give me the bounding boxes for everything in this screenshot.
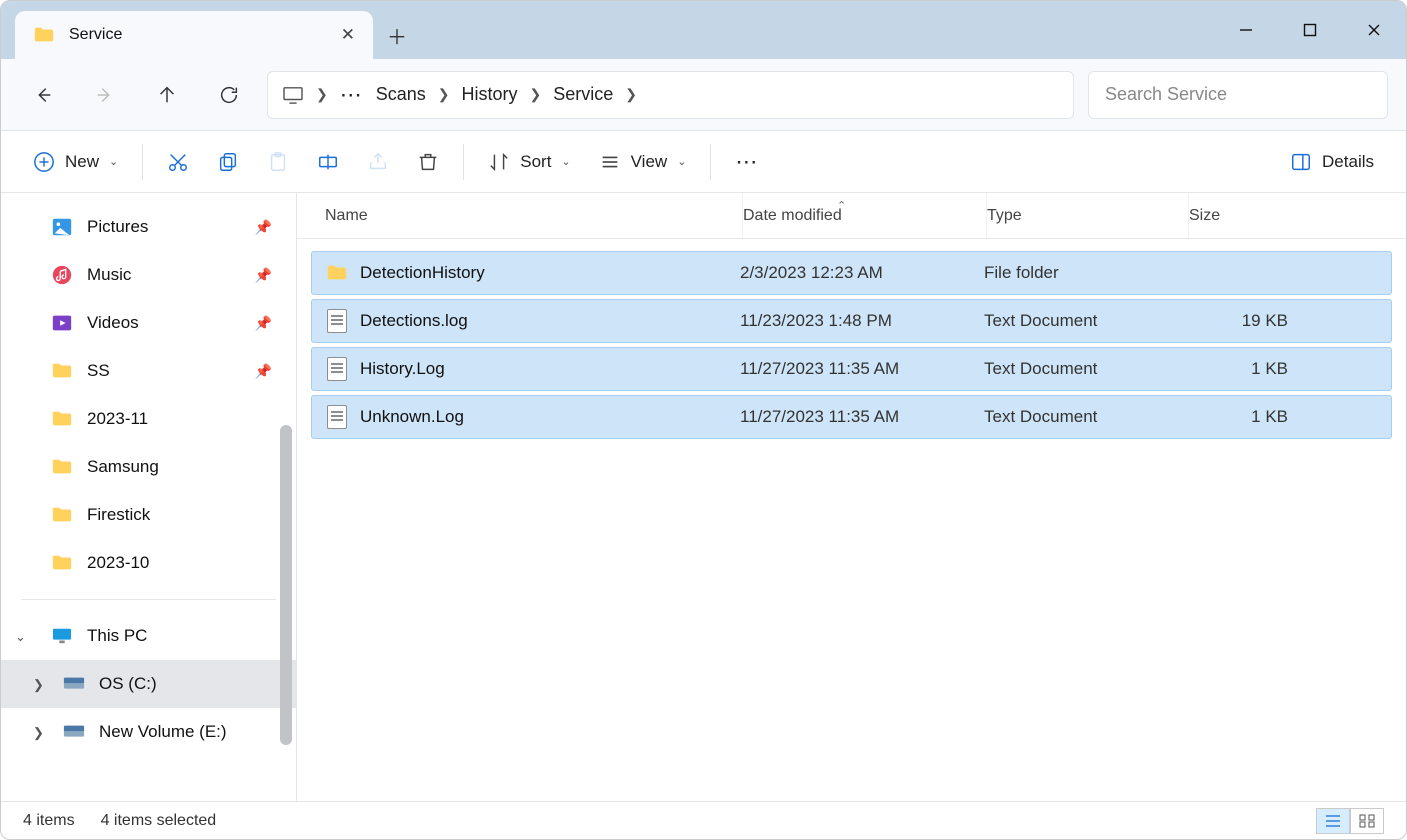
thumbnails-view-button[interactable]	[1350, 808, 1384, 834]
new-tab-button[interactable]: ＋	[373, 11, 421, 59]
search-input[interactable]: Search Service	[1088, 71, 1388, 119]
file-list: ⌃ Name Date modified Type Size Detection…	[297, 193, 1406, 801]
sidebar-item[interactable]: Firestick	[1, 491, 296, 539]
titlebar: Service ✕ ＋	[1, 1, 1406, 59]
chevron-down-icon: ⌄	[561, 155, 570, 168]
column-headers: Name Date modified Type Size	[297, 193, 1406, 239]
tab-title: Service	[69, 26, 122, 44]
breadcrumb-service[interactable]: Service	[553, 84, 613, 105]
scrollbar[interactable]	[280, 425, 292, 745]
share-button[interactable]	[355, 140, 401, 184]
chevron-right-icon[interactable]: ❯	[33, 677, 44, 693]
chevron-right-icon[interactable]: ❯	[33, 725, 44, 741]
chevron-right-icon[interactable]: ❯	[530, 86, 542, 103]
chevron-right-icon[interactable]: ❯	[438, 86, 450, 103]
cut-button[interactable]	[155, 140, 201, 184]
sidebar-drive[interactable]: ❯OS (C:)	[1, 660, 296, 708]
minimize-button[interactable]	[1214, 1, 1278, 59]
pin-icon: 📌	[255, 267, 272, 284]
paste-icon	[267, 151, 289, 173]
document-icon	[327, 309, 347, 333]
sidebar-item[interactable]: Pictures📌	[1, 203, 296, 251]
sort-icon	[488, 151, 510, 173]
monitor-icon	[282, 86, 304, 104]
copy-button[interactable]	[205, 140, 251, 184]
share-icon	[367, 151, 389, 173]
column-name[interactable]: Name	[325, 193, 743, 238]
sidebar-item[interactable]: 2023-10	[1, 539, 296, 587]
details-view-button[interactable]	[1316, 808, 1350, 834]
pin-icon: 📌	[255, 363, 272, 380]
status-bar: 4 items 4 items selected	[1, 801, 1406, 839]
column-date[interactable]: Date modified	[743, 193, 987, 238]
folder-icon	[33, 24, 55, 46]
breadcrumb-scans[interactable]: Scans	[376, 84, 426, 105]
breadcrumb-overflow[interactable]: ⋯	[340, 82, 364, 108]
back-button[interactable]	[19, 71, 67, 119]
breadcrumb-history[interactable]: History	[462, 84, 518, 105]
delete-button[interactable]	[405, 140, 451, 184]
forward-button[interactable]	[81, 71, 129, 119]
more-icon: ⋯	[735, 149, 760, 175]
sidebar-item[interactable]: 2023-11	[1, 395, 296, 443]
new-button[interactable]: New ⌄	[21, 140, 130, 184]
sidebar: Pictures📌Music📌Videos📌SS📌2023-11SamsungF…	[1, 193, 297, 801]
paste-button[interactable]	[255, 140, 301, 184]
chevron-down-icon: ⌄	[109, 155, 118, 168]
column-type[interactable]: Type	[987, 193, 1189, 238]
trash-icon	[417, 151, 439, 173]
sort-indicator-icon: ⌃	[837, 199, 846, 212]
chevron-down-icon: ⌄	[677, 155, 686, 168]
scissors-icon	[167, 151, 189, 173]
rename-icon	[317, 151, 339, 173]
new-icon	[33, 151, 55, 173]
chevron-down-icon[interactable]: ⌄	[15, 629, 26, 645]
sidebar-item[interactable]: Music📌	[1, 251, 296, 299]
copy-icon	[217, 151, 239, 173]
view-button[interactable]: View ⌄	[587, 140, 699, 184]
sort-button[interactable]: Sort ⌄	[476, 140, 582, 184]
pin-icon: 📌	[255, 315, 272, 332]
file-row[interactable]: DetectionHistory2/3/2023 12:23 AMFile fo…	[311, 251, 1392, 295]
refresh-button[interactable]	[205, 71, 253, 119]
breadcrumb[interactable]: ❯ ⋯ Scans ❯ History ❯ Service ❯	[267, 71, 1074, 119]
more-button[interactable]: ⋯	[723, 140, 772, 184]
navbar: ❯ ⋯ Scans ❯ History ❯ Service ❯ Search S…	[1, 59, 1406, 131]
file-row[interactable]: Detections.log11/23/2023 1:48 PMText Doc…	[311, 299, 1392, 343]
view-icon	[599, 151, 621, 173]
file-row[interactable]: Unknown.Log11/27/2023 11:35 AMText Docum…	[311, 395, 1392, 439]
status-selected: 4 items selected	[101, 812, 217, 830]
chevron-right-icon[interactable]: ❯	[316, 86, 328, 103]
sidebar-this-pc[interactable]: ⌄ This PC	[1, 612, 296, 660]
up-button[interactable]	[143, 71, 191, 119]
file-row[interactable]: History.Log11/27/2023 11:35 AMText Docum…	[311, 347, 1392, 391]
close-tab-icon[interactable]: ✕	[341, 25, 355, 45]
monitor-icon	[51, 627, 73, 645]
sidebar-item[interactable]: Videos📌	[1, 299, 296, 347]
tab-service[interactable]: Service ✕	[15, 11, 373, 59]
search-placeholder: Search Service	[1105, 84, 1227, 105]
column-size[interactable]: Size	[1189, 193, 1315, 238]
chevron-right-icon[interactable]: ❯	[625, 86, 637, 103]
maximize-button[interactable]	[1278, 1, 1342, 59]
sidebar-drive[interactable]: ❯New Volume (E:)	[1, 708, 296, 756]
document-icon	[327, 357, 347, 381]
sidebar-item[interactable]: Samsung	[1, 443, 296, 491]
details-pane-button[interactable]: Details	[1278, 140, 1386, 184]
drive-icon	[63, 676, 85, 692]
rename-button[interactable]	[305, 140, 351, 184]
sidebar-item[interactable]: SS📌	[1, 347, 296, 395]
pin-icon: 📌	[255, 219, 272, 236]
toolbar: New ⌄ Sort ⌄ View ⌄ ⋯ Details	[1, 131, 1406, 193]
document-icon	[327, 405, 347, 429]
drive-icon	[63, 724, 85, 740]
close-window-button[interactable]	[1342, 1, 1406, 59]
status-count: 4 items	[23, 812, 75, 830]
details-icon	[1290, 151, 1312, 173]
